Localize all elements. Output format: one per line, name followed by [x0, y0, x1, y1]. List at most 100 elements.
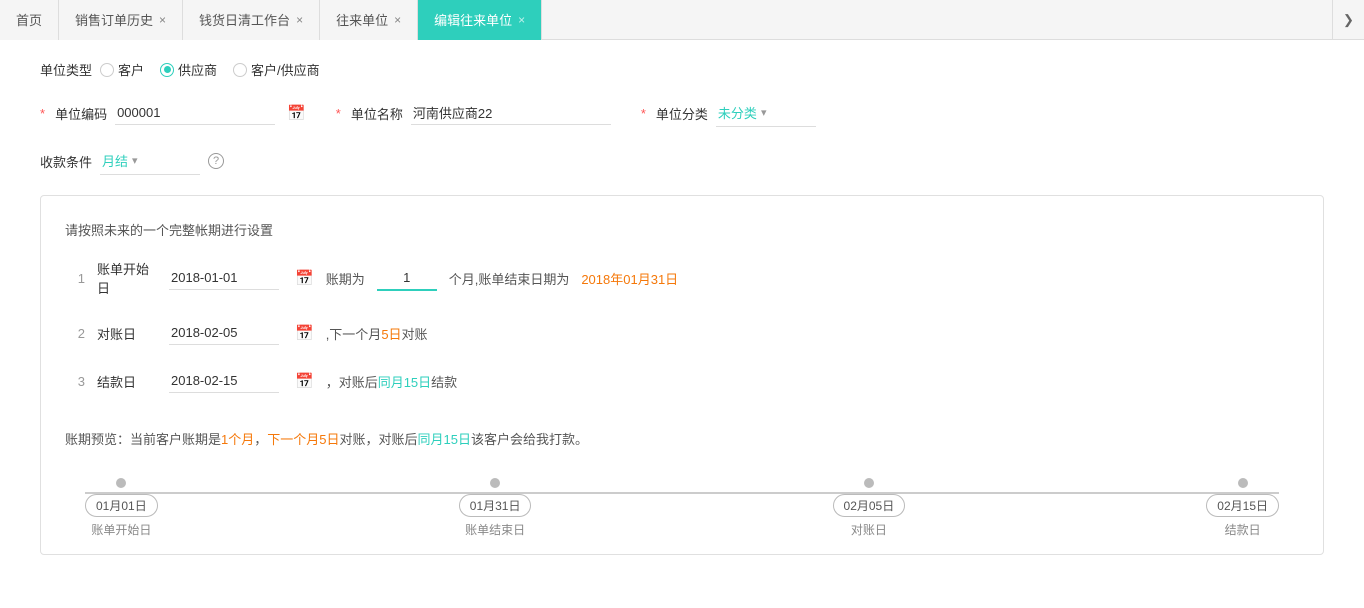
row-num-1: 1 [65, 271, 85, 286]
payment-terms-help-icon[interactable]: ? [208, 153, 224, 169]
timeline-label-box-2: 01月31日 [459, 494, 532, 517]
radio-customer-supplier-label: 客户/供应商 [251, 60, 320, 79]
tab-home-label: 首页 [16, 10, 42, 29]
timeline-sublabel-4: 结款日 [1225, 521, 1261, 538]
preview-text: 账期预览：当前客户账期是1个月，下一个月5日对账，对账后同月15日该客户会给我打… [65, 417, 1299, 448]
unit-category-arrow-icon: ▾ [761, 106, 767, 119]
radio-supplier-circle [160, 63, 174, 77]
unit-name-label: 单位名称 [351, 104, 403, 123]
tab-cash-work-label: 钱货日清工作台 [199, 10, 290, 29]
radio-supplier[interactable]: 供应商 [160, 60, 217, 79]
reconcile-desc: ,下一个月5日对账 [326, 324, 428, 343]
timeline-sublabel-1: 账单开始日 [91, 521, 151, 538]
unit-type-group: 单位类型 客户 供应商 客户/供应商 [40, 60, 320, 79]
timeline-sublabel-3: 对账日 [851, 521, 887, 538]
timeline-date-2: 01月31日 [470, 499, 521, 513]
setting-row-1: 1 账单开始日 📅 账期为 个月,账单结束日期为 2018年01月31日 [65, 259, 1299, 297]
setting-row-2: 2 对账日 📅 ,下一个月5日对账 [65, 321, 1299, 345]
tab-edit-partner-label: 编辑往来单位 [434, 10, 512, 29]
radio-customer-supplier[interactable]: 客户/供应商 [233, 60, 320, 79]
unit-name-star: * [336, 106, 341, 121]
tab-edit-partner[interactable]: 编辑往来单位 × [418, 0, 542, 40]
payment-date-input[interactable] [169, 369, 279, 393]
preview-suffix: 该客户会给我打款。 [471, 432, 588, 447]
preview-part1: 1个月 [221, 432, 254, 447]
unit-type-row: 单位类型 客户 供应商 客户/供应商 [40, 60, 1324, 79]
preview-part3: 同月15日 [418, 432, 471, 447]
timeline-label-box-4: 02月15日 [1206, 494, 1279, 517]
timeline-label-box-1: 01月01日 [85, 494, 158, 517]
preview-middle: 对账，对账后 [340, 432, 418, 447]
start-date-calendar-icon[interactable]: 📅 [295, 269, 314, 287]
preview-prefix: 账期预览：当前客户账期是 [65, 432, 221, 447]
tab-home[interactable]: 首页 [0, 0, 59, 40]
tab-nav-right[interactable]: ❯ [1332, 0, 1364, 40]
tab-partner-close[interactable]: × [394, 13, 401, 27]
payment-terms-dropdown[interactable]: 月结 ▾ [100, 147, 200, 175]
payment-date-calendar-icon[interactable]: 📅 [295, 372, 314, 390]
tab-edit-partner-close[interactable]: × [518, 13, 525, 27]
main-content: 单位类型 客户 供应商 客户/供应商 * 单位编码 [0, 40, 1364, 608]
period-value-input[interactable] [377, 266, 437, 291]
payment-terms-group: 收款条件 月结 ▾ ? [40, 147, 224, 175]
row-label-2: 对账日 [97, 324, 157, 343]
code-name-row: * 单位编码 📅 * 单位名称 * 单位分类 未分类 ▾ [40, 99, 1324, 127]
tab-sales-history-close[interactable]: × [159, 13, 166, 27]
payment-terms-row: 收款条件 月结 ▾ ? [40, 147, 1324, 175]
payment-suffix-highlight: 同月15日 [378, 375, 431, 390]
start-date-input[interactable] [169, 266, 279, 290]
timeline-node-2: 01月31日 账单结束日 [459, 478, 532, 538]
timeline-nodes: 01月01日 账单开始日 01月31日 账单结束日 02月05日 [85, 478, 1279, 538]
tab-partner-label: 往来单位 [336, 10, 388, 29]
radio-supplier-label: 供应商 [178, 60, 217, 79]
row-num-2: 2 [65, 326, 85, 341]
period-unit: 个月,账单结束日期为 [449, 269, 570, 288]
preview-comma1: ， [254, 432, 267, 447]
unit-category-value: 未分类 [718, 103, 757, 122]
tab-sales-history[interactable]: 销售订单历史 × [59, 0, 183, 40]
timeline-dot-2 [490, 478, 500, 488]
payment-terms-arrow-icon: ▾ [132, 154, 138, 167]
payment-terms-label: 收款条件 [40, 152, 92, 171]
tab-cash-work[interactable]: 钱货日清工作台 × [183, 0, 320, 40]
timeline-date-3: 02月05日 [844, 499, 895, 513]
period-end-date: 2018年01月31日 [581, 269, 678, 288]
payment-suffix-before: ，对账后 [326, 375, 378, 390]
unit-code-group: * 单位编码 📅 [40, 101, 306, 125]
timeline-dot-4 [1238, 478, 1248, 488]
row-label-1: 账单开始日 [97, 259, 157, 297]
period-label: 账期为 [326, 269, 365, 288]
setting-row-3: 3 结款日 📅 ，对账后同月15日结款 [65, 369, 1299, 393]
timeline-node-3: 02月05日 对账日 [833, 478, 906, 538]
radio-customer-circle [100, 63, 114, 77]
radio-customer[interactable]: 客户 [100, 60, 144, 79]
unit-category-dropdown[interactable]: 未分类 ▾ [716, 99, 816, 127]
unit-code-star: * [40, 106, 45, 121]
tab-bar: 首页 销售订单历史 × 钱货日清工作台 × 往来单位 × 编辑往来单位 × ❯ [0, 0, 1364, 40]
section-hint: 请按照未来的一个完整帐期进行设置 [65, 220, 1299, 239]
timeline: 01月01日 账单开始日 01月31日 账单结束日 02月05日 [65, 478, 1299, 538]
timeline-sublabel-2: 账单结束日 [465, 521, 525, 538]
reconcile-suffix-after: 对账 [402, 327, 428, 342]
timeline-node-1: 01月01日 账单开始日 [85, 478, 158, 538]
unit-category-star: * [641, 106, 646, 121]
payment-terms-value: 月结 [102, 151, 128, 170]
row-label-3: 结款日 [97, 372, 157, 391]
unit-category-group: * 单位分类 未分类 ▾ [641, 99, 816, 127]
row-num-3: 3 [65, 374, 85, 389]
radio-customer-label: 客户 [118, 60, 144, 79]
timeline-date-1: 01月01日 [96, 499, 147, 513]
tab-cash-work-close[interactable]: × [296, 13, 303, 27]
settings-section: 请按照未来的一个完整帐期进行设置 1 账单开始日 📅 账期为 个月,账单结束日期… [40, 195, 1324, 555]
unit-code-calendar-icon[interactable]: 📅 [287, 104, 306, 122]
payment-desc: ，对账后同月15日结款 [326, 372, 458, 391]
unit-code-input[interactable] [115, 101, 275, 125]
reconcile-date-input[interactable] [169, 321, 279, 345]
tab-partner[interactable]: 往来单位 × [320, 0, 418, 40]
unit-name-input[interactable] [411, 101, 611, 125]
preview-part2: 下一个月5日 [267, 432, 339, 447]
timeline-dot-1 [116, 478, 126, 488]
reconcile-date-calendar-icon[interactable]: 📅 [295, 324, 314, 342]
timeline-node-4: 02月15日 结款日 [1206, 478, 1279, 538]
unit-code-label: 单位编码 [55, 104, 107, 123]
